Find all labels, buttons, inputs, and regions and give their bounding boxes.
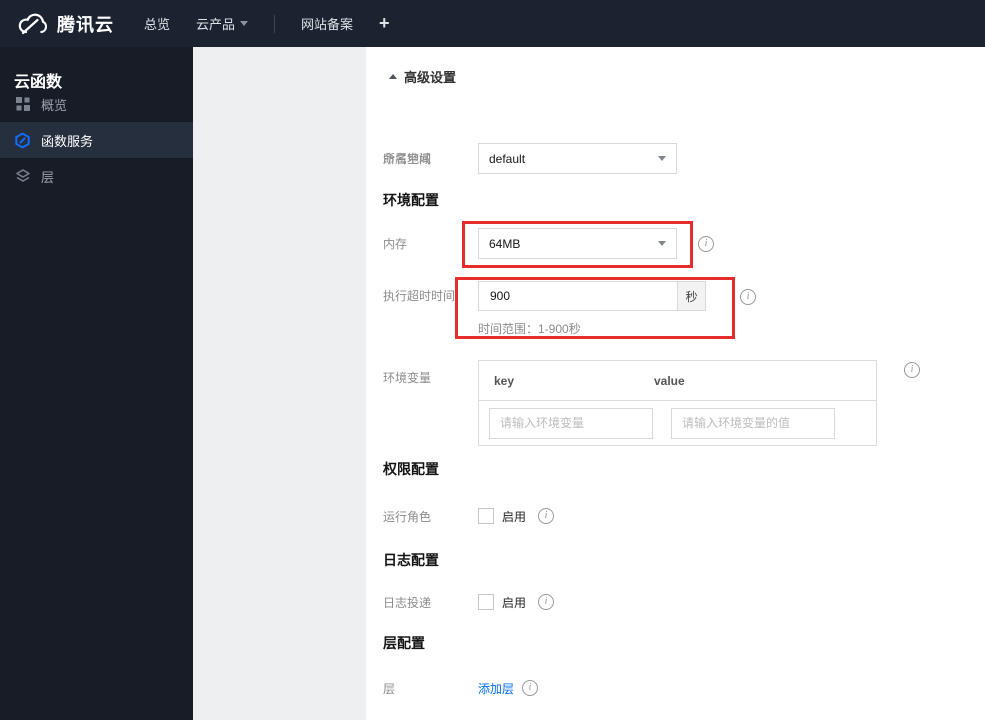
env-vars-input-row	[479, 401, 876, 445]
run-role-enable-label: 启用	[502, 509, 527, 524]
env-vars-col-value: value	[654, 373, 685, 388]
log-delivery-label: 日志投递	[383, 595, 432, 610]
memory-label: 内存	[383, 237, 408, 251]
log-delivery-enable-checkbox[interactable]	[478, 594, 494, 610]
sidebar-item-label: 概览	[41, 97, 68, 113]
nav-products-label: 云产品	[196, 17, 236, 32]
layer-label: 层	[383, 681, 396, 696]
collapse-triangle-icon	[389, 70, 397, 79]
chevron-down-icon	[658, 241, 666, 250]
sidebar: 云函数 概览 函数服务 层	[0, 47, 193, 720]
add-tab-button[interactable]: +	[379, 13, 390, 34]
chevron-down-icon	[658, 156, 666, 165]
env-var-value-input[interactable]	[671, 407, 835, 439]
nav-links: 总览 云产品 网站备案 +	[144, 13, 390, 34]
sidebar-item-label: 层	[41, 169, 55, 185]
sidebar-item-label: 函数服务	[41, 133, 94, 149]
timeout-range-hint: 时间范围：1-900秒	[478, 322, 581, 336]
chevron-down-icon	[240, 21, 249, 30]
timeout-info-icon[interactable]	[740, 289, 756, 305]
namespace-select[interactable]: default	[478, 143, 677, 174]
timeout-unit: 秒	[677, 281, 706, 311]
run-role-enable-checkbox[interactable]	[478, 508, 494, 524]
scf-hexagon-icon	[14, 131, 31, 149]
nav-item-overview[interactable]: 总览	[144, 14, 170, 33]
advanced-settings-label: 高级设置	[404, 70, 457, 85]
section-log-config: 日志配置	[383, 552, 439, 568]
env-vars-row: 环境变量 key value	[383, 360, 920, 446]
log-delivery-row: 日志投递 启用	[383, 594, 555, 610]
section-layer-config: 层配置	[383, 635, 425, 651]
sidebar-item-layers[interactable]: 层	[0, 158, 193, 194]
env-vars-col-key: key	[494, 373, 515, 388]
memory-row: 内存 64MB	[383, 228, 714, 259]
brand-logo[interactable]: 腾讯云	[0, 11, 114, 37]
timeout-input[interactable]	[478, 281, 677, 311]
sidebar-title: 云函数	[14, 74, 63, 91]
env-vars-info-icon[interactable]	[904, 362, 920, 378]
memory-select[interactable]: 64MB	[478, 228, 677, 259]
content-background	[193, 47, 366, 720]
sidebar-item-function-service[interactable]: 函数服务	[0, 122, 193, 158]
advanced-settings-toggle[interactable]: 高级设置	[389, 67, 456, 86]
add-layer-link[interactable]: 添加层	[478, 680, 514, 697]
run-role-info-icon[interactable]	[538, 508, 555, 524]
nav-item-icp[interactable]: 网站备案	[301, 14, 353, 33]
brand-name: 腾讯云	[57, 14, 114, 35]
add-layer-info-icon[interactable]	[522, 680, 539, 696]
function-config-panel: 高级设置 所属地域 广州 命名空间 default 环境配置 内存 64MB 执…	[366, 47, 985, 720]
cloud-logo-icon	[14, 12, 48, 36]
log-delivery-enable-label: 启用	[502, 595, 527, 610]
section-environment-config: 环境配置	[383, 192, 439, 208]
namespace-selected-value: default	[489, 151, 526, 166]
run-role-row: 运行角色 启用	[383, 508, 555, 524]
layer-row: 层 添加层	[383, 680, 539, 697]
timeout-row: 执行超时时间 秒 时间范围：1-900秒	[383, 281, 756, 337]
namespace-label: 命名空间	[383, 152, 432, 166]
memory-selected-value: 64MB	[489, 236, 521, 251]
env-vars-table-header: key value	[479, 361, 876, 401]
env-var-key-input[interactable]	[489, 407, 653, 439]
timeout-label: 执行超时时间	[383, 289, 456, 303]
log-delivery-info-icon[interactable]	[538, 594, 555, 610]
memory-info-icon[interactable]	[698, 235, 714, 252]
namespace-row: 命名空间 default	[383, 143, 677, 174]
nav-item-products[interactable]: 云产品	[196, 14, 249, 33]
timeout-field-group: 秒 时间范围：1-900秒	[478, 281, 706, 337]
top-navbar: 腾讯云 总览 云产品 网站备案 +	[0, 0, 985, 47]
grid-icon	[14, 96, 31, 113]
run-role-label: 运行角色	[383, 509, 432, 524]
nav-divider	[274, 14, 276, 33]
layers-icon	[14, 168, 31, 185]
env-vars-table: key value	[478, 360, 877, 446]
env-vars-label: 环境变量	[383, 371, 432, 385]
section-permission-config: 权限配置	[383, 461, 439, 477]
